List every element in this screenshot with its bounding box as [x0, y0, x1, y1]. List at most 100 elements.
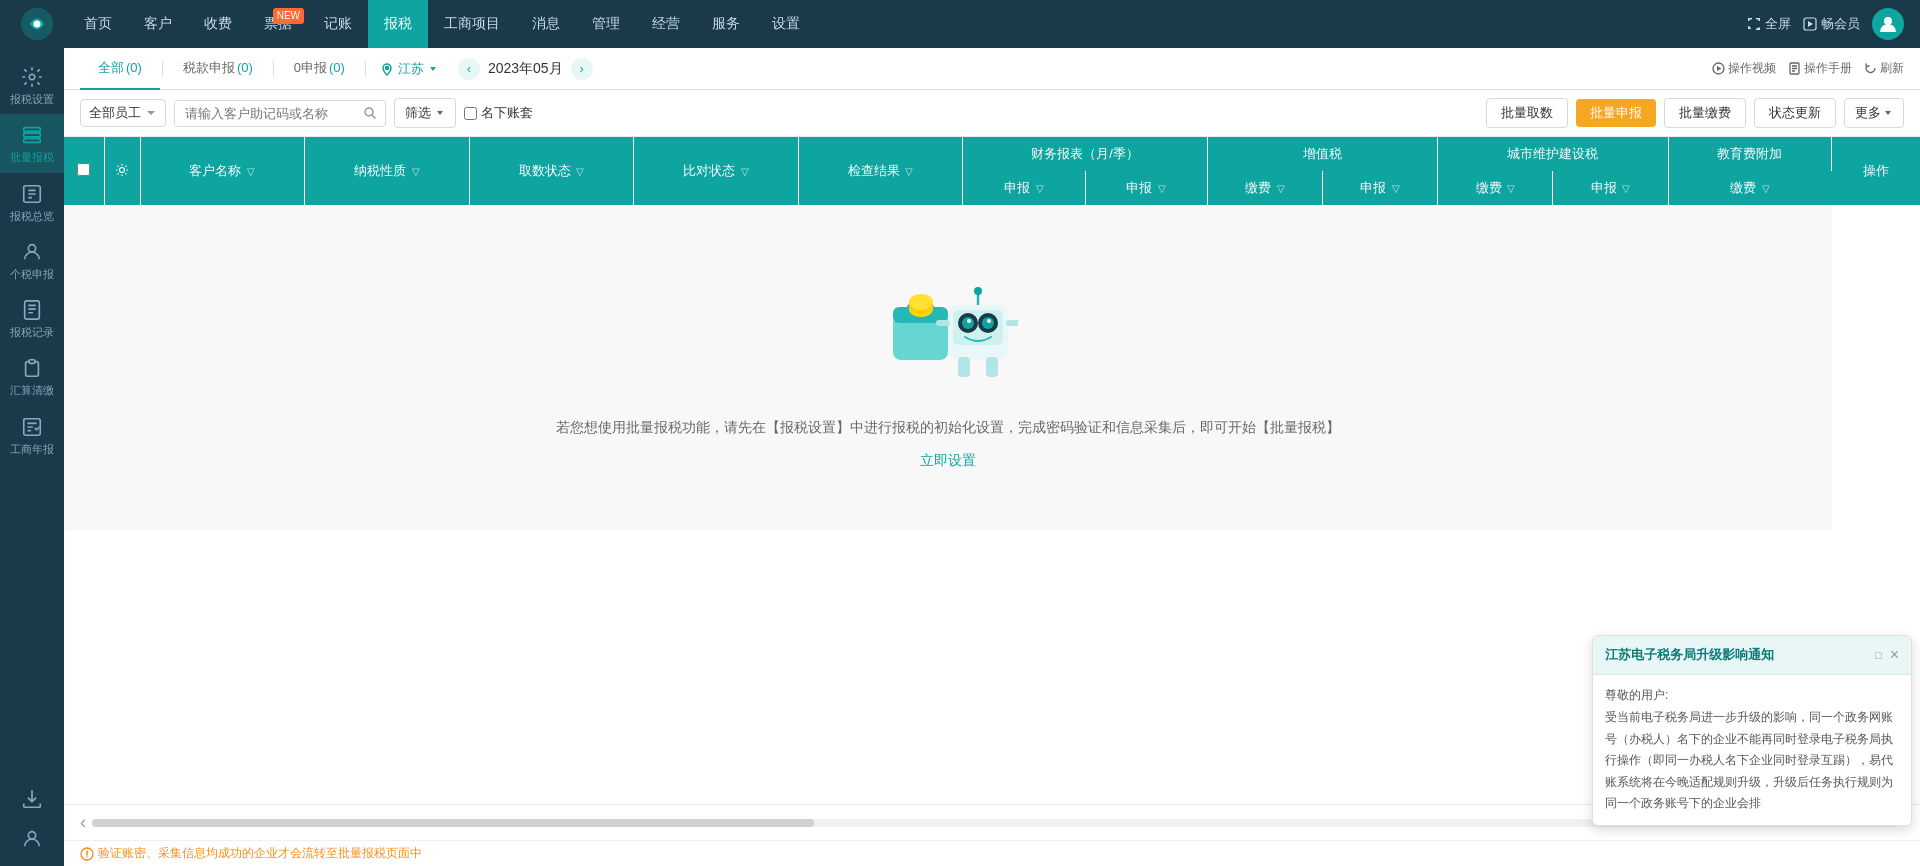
search-button[interactable] [355, 101, 385, 125]
tab-separator-2 [273, 61, 274, 77]
tab-zero-declare[interactable]: 0申报(0) [276, 48, 363, 90]
sidebar-item-user[interactable] [0, 818, 64, 858]
svg-rect-38 [958, 357, 970, 377]
nav-home[interactable]: 首页 [68, 0, 128, 48]
nav-service[interactable]: 服务 [696, 0, 756, 48]
account-set-checkbox[interactable] [464, 107, 477, 120]
sidebar-item-tax-summary[interactable]: 报税总览 [0, 173, 64, 231]
tab-all[interactable]: 全部(0) [80, 48, 160, 90]
sidebar-item-tax-records[interactable]: 报税记录 [0, 289, 64, 347]
svg-rect-36 [936, 320, 950, 326]
nav-settings[interactable]: 设置 [756, 0, 816, 48]
staff-selector[interactable]: 全部员工 [80, 99, 166, 127]
fullscreen-button[interactable]: 全屏 [1747, 15, 1791, 33]
logo[interactable] [16, 3, 58, 45]
sidebar-item-tax-settings[interactable]: 报税设置 [0, 56, 64, 114]
operation-manual-button[interactable]: 操作手册 [1788, 60, 1852, 77]
tabs-right-actions: 操作视频 操作手册 刷新 [1712, 60, 1904, 77]
nav-accounting[interactable]: 记账 [308, 0, 368, 48]
user-avatar[interactable] [1872, 8, 1904, 40]
sidebar-label-biz-annual: 工商年报 [10, 442, 54, 456]
tab-tax-declare[interactable]: 税款申报(0) [165, 48, 271, 90]
svg-point-30 [962, 317, 974, 329]
sidebar-item-batch-tax[interactable]: 批量报税 [0, 114, 64, 172]
next-month-button[interactable]: › [571, 58, 593, 80]
empty-robot-illustration [878, 265, 1018, 395]
col-financial-report: 财务报表（月/季） [963, 137, 1207, 171]
notification-content: 受当前电子税务局进一步升级的影响，同一个政务网账号（办税人）名下的企业不能再同时… [1605, 707, 1899, 815]
scroll-left-button[interactable]: ‹ [80, 812, 86, 833]
col-vat-pay: 缴费 ▽ [1207, 171, 1322, 205]
reconcile-icon [21, 357, 43, 379]
col-compare-status: 比对状态 ▽ [634, 137, 799, 205]
sidebar-label-tax-records: 报税记录 [10, 325, 54, 339]
svg-point-4 [1884, 17, 1892, 25]
sidebar-item-download[interactable] [0, 778, 64, 818]
col-urban-tax: 城市维护建设税 [1438, 137, 1668, 171]
sidebar-item-reconcile[interactable]: 汇算清缴 [0, 347, 64, 405]
col-fetch-status: 取数状态 ▽ [469, 137, 634, 205]
col-customer-name: 客户名称 ▽ [140, 137, 305, 205]
svg-point-5 [29, 74, 35, 80]
status-update-button[interactable]: 状态更新 [1754, 98, 1836, 128]
search-input[interactable] [175, 101, 355, 126]
membership-button[interactable]: 畅会员 [1803, 15, 1860, 33]
nav-billing[interactable]: 收费 [188, 0, 248, 48]
batch-pay-button[interactable]: 批量缴费 [1664, 98, 1746, 128]
sidebar: 报税设置 批量报税 报税总览 个税申报 报税记录 汇算清缴 工商年报 [0, 48, 64, 866]
setup-link[interactable]: 立即设置 [920, 452, 976, 470]
sidebar-label-personal-tax: 个税申报 [10, 267, 54, 281]
more-button[interactable]: 更多 [1844, 98, 1904, 128]
notification-close-button[interactable]: × [1890, 647, 1899, 663]
sidebar-label-batch-tax: 批量报税 [10, 150, 54, 164]
play-icon [1803, 17, 1817, 31]
account-set-checkbox-label[interactable]: 名下账套 [464, 104, 533, 122]
nav-message[interactable]: 消息 [516, 0, 576, 48]
svg-marker-17 [1717, 66, 1722, 71]
nav-tax[interactable]: 报税 [368, 0, 428, 48]
tab-separator-3 [365, 61, 366, 77]
operation-video-button[interactable]: 操作视频 [1712, 60, 1776, 77]
nav-management[interactable]: 管理 [576, 0, 636, 48]
nav-bizproject[interactable]: 工商项目 [428, 0, 516, 48]
svg-marker-3 [1808, 21, 1813, 27]
select-all-checkbox[interactable] [77, 163, 90, 176]
tabs-bar: 全部(0) 税款申报(0) 0申报(0) 江苏 ‹ 2023年05月 › [64, 48, 1920, 90]
sidebar-bottom [0, 778, 64, 866]
staff-dropdown-icon [145, 107, 157, 119]
notification-body: 尊敬的用户: 受当前电子税务局进一步升级的影响，同一个政务网账号（办税人）名下的… [1593, 675, 1911, 825]
summary-icon [21, 183, 43, 205]
province-selector[interactable]: 江苏 [380, 60, 438, 78]
date-display: 2023年05月 [488, 60, 563, 78]
svg-point-10 [28, 245, 35, 252]
scroll-thumb [92, 819, 814, 827]
nav-customer[interactable]: 客户 [128, 0, 188, 48]
svg-point-19 [365, 108, 373, 116]
book-icon [1788, 62, 1801, 75]
more-dropdown-icon [1883, 108, 1893, 118]
batch-fetch-button[interactable]: 批量取数 [1486, 98, 1568, 128]
col-action: 操作 [1832, 137, 1920, 205]
sidebar-item-biz-annual[interactable]: 工商年报 [0, 406, 64, 464]
col-tax-type: 纳税性质 ▽ [305, 137, 470, 205]
nav-invoice[interactable]: 票据 NEW [248, 0, 308, 48]
batch-declare-button[interactable]: 批量申报 [1576, 99, 1656, 127]
user-icon [21, 828, 43, 850]
nav-operation[interactable]: 经营 [636, 0, 696, 48]
svg-rect-39 [986, 357, 998, 377]
search-icon [363, 106, 377, 120]
warning-bar: 验证账密、采集信息均成功的企业才会流转至批量报税页面中 [64, 840, 1920, 866]
record-icon [21, 299, 43, 321]
empty-text: 若您想使用批量报税功能，请先在【报税设置】中进行报税的初始化设置，完成密码验证和… [556, 415, 1340, 440]
nav-items: 首页 客户 收费 票据 NEW 记账 报税 工商项目 消息 管理 经营 服务 设… [68, 0, 1747, 48]
refresh-button[interactable]: 刷新 [1864, 60, 1904, 77]
notification-header: 江苏电子税务局升级影响通知 □ × [1593, 636, 1911, 675]
expand-button[interactable]: □ [1875, 649, 1882, 661]
notification-panel: 江苏电子税务局升级影响通知 □ × 尊敬的用户: 受当前电子税务局进一步升级的影… [1592, 635, 1912, 826]
toolbar: 全部员工 筛选 名下账套 批量取数 批量申报 批量缴费 状态更新 更多 [64, 90, 1920, 137]
prev-month-button[interactable]: ‹ [458, 58, 480, 80]
svg-rect-12 [29, 360, 35, 364]
filter-button[interactable]: 筛选 [394, 98, 456, 128]
sidebar-item-personal-tax[interactable]: 个税申报 [0, 231, 64, 289]
sidebar-label-tax-summary: 报税总览 [10, 209, 54, 223]
